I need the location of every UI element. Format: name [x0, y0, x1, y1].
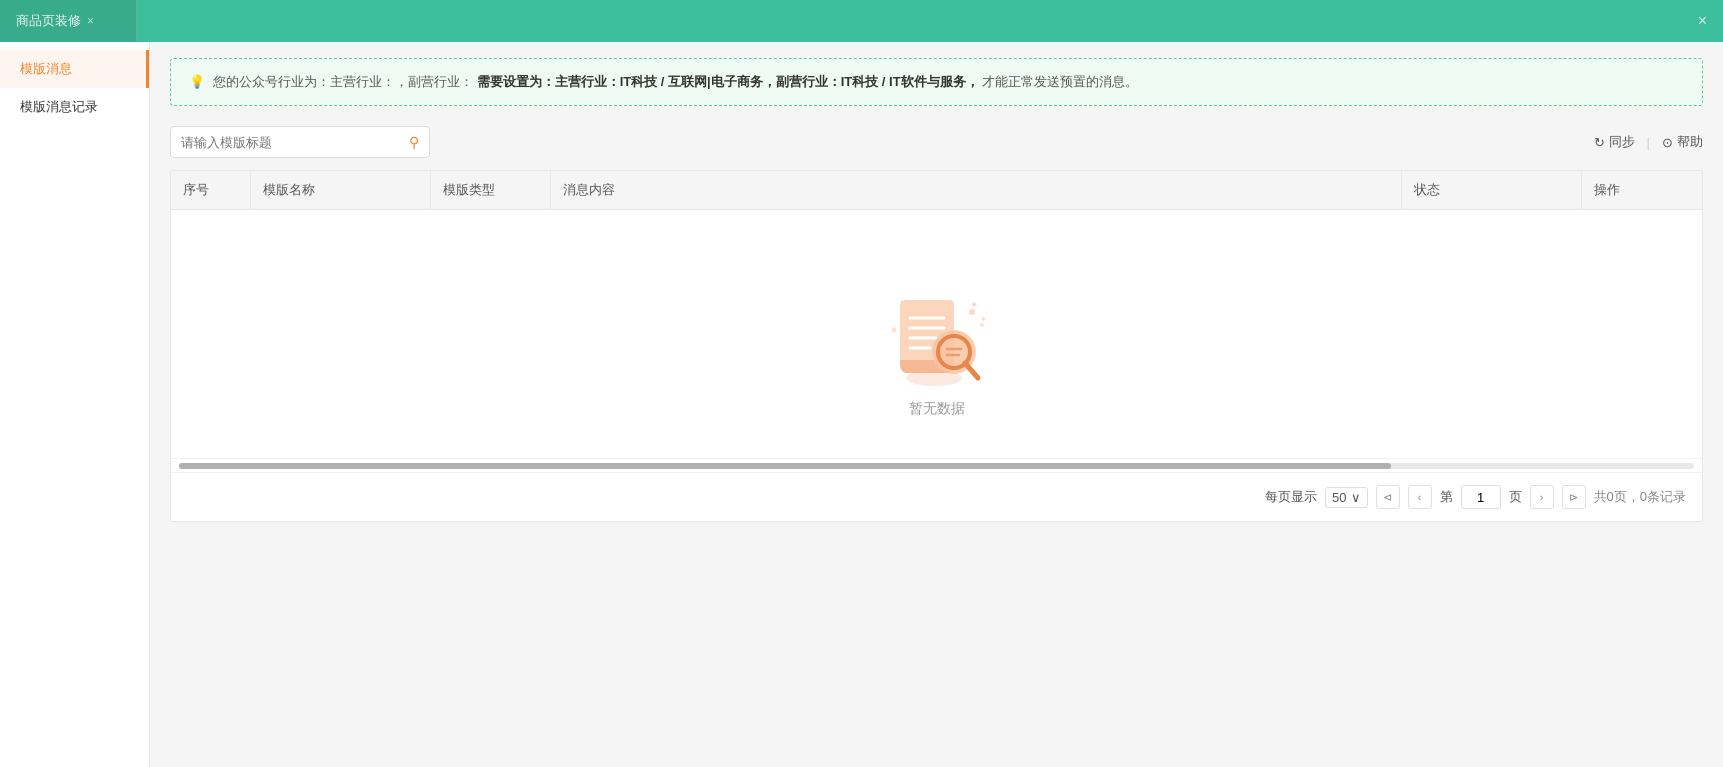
current-page-prefix: 第: [1440, 488, 1453, 506]
first-page-button[interactable]: ⊲: [1376, 485, 1400, 509]
sidebar-item-0[interactable]: 模版消息: [0, 50, 149, 88]
main-content: 💡 您的公众号行业为：主营行业：，副营行业： 需要设置为：主营行业：IT科技 /…: [150, 42, 1723, 767]
current-page-input[interactable]: [1461, 485, 1501, 509]
col-type: 模版类型: [431, 171, 551, 209]
page-size-value: 50: [1332, 490, 1346, 505]
sidebar-item-1[interactable]: 模版消息记录: [0, 88, 149, 126]
svg-text:✦: ✦: [970, 299, 978, 310]
nav-tab-close-4[interactable]: ×: [87, 14, 94, 28]
data-table: 序号 模版名称 模版类型 消息内容 状态 操作: [170, 170, 1703, 522]
col-name: 模版名称: [251, 171, 431, 209]
help-button[interactable]: ⊙ 帮助: [1662, 133, 1703, 151]
bulb-icon: 💡: [189, 74, 205, 89]
col-status: 状态: [1402, 171, 1582, 209]
total-info: 共0页，0条记录: [1594, 488, 1686, 506]
search-bar: ⚲ ↻ 同步 | ⊙ 帮助: [170, 126, 1703, 158]
close-all-button[interactable]: ×: [1682, 12, 1723, 30]
scrollbar-thumb: [179, 463, 1391, 469]
page-size-dropdown-icon: ∨: [1351, 490, 1361, 505]
sidebar: 模版消息模版消息记录: [0, 42, 150, 767]
svg-text:✦: ✦: [980, 315, 987, 324]
sync-label: 同步: [1609, 133, 1635, 151]
col-index: 序号: [171, 171, 251, 209]
info-banner-text: 您的公众号行业为：主营行业：，副营行业： 需要设置为：主营行业：IT科技 / 互…: [213, 73, 1138, 91]
search-input[interactable]: [181, 135, 409, 150]
scrollbar-track: [179, 463, 1694, 469]
scrollbar-area[interactable]: [171, 458, 1702, 472]
table-header: 序号 模版名称 模版类型 消息内容 状态 操作: [171, 171, 1702, 210]
col-action: 操作: [1582, 171, 1702, 209]
empty-state: ✦ ✦ 暂无数据: [171, 210, 1702, 458]
sync-button[interactable]: ↻ 同步: [1594, 133, 1635, 151]
nav-tab-label-4: 商品页装修: [16, 12, 81, 30]
empty-illustration: ✦ ✦: [872, 270, 1002, 400]
search-actions: ↻ 同步 | ⊙ 帮助: [1594, 133, 1703, 151]
last-page-button[interactable]: ⊳: [1562, 485, 1586, 509]
nav-tabs-container: 首页微商城店铺设置×商品分类设置×首页装修×商品页装修×店铺主题×开通公众号商城…: [0, 0, 137, 42]
page-unit: 页: [1509, 488, 1522, 506]
help-label: 帮助: [1677, 133, 1703, 151]
info-banner: 💡 您的公众号行业为：主营行业：，副营行业： 需要设置为：主营行业：IT科技 /…: [170, 58, 1703, 106]
info-prefix: 您的公众号行业为：主营行业：，副营行业：: [213, 74, 473, 89]
pagination: 每页显示 50 ∨ ⊲ ‹ 第 页 › ⊳ 共0页，0条记录: [171, 472, 1702, 521]
main-layout: 模版消息模版消息记录 💡 您的公众号行业为：主营行业：，副营行业： 需要设置为：…: [0, 42, 1723, 767]
sync-icon: ↻: [1594, 135, 1605, 150]
svg-point-12: [891, 328, 896, 333]
page-size-label: 每页显示: [1265, 488, 1317, 506]
nav-tab-4[interactable]: 商品页装修 ×: [0, 0, 137, 42]
help-icon: ⊙: [1662, 135, 1673, 150]
search-input-wrap: ⚲: [170, 126, 430, 158]
divider: |: [1647, 135, 1650, 150]
empty-text: 暂无数据: [909, 400, 965, 418]
prev-page-button[interactable]: ‹: [1408, 485, 1432, 509]
info-highlight: 需要设置为：主营行业：IT科技 / 互联网|电子商务，副营行业：IT科技 / I…: [477, 74, 979, 89]
sidebar-items-container: 模版消息模版消息记录: [0, 50, 149, 126]
page-size-selector[interactable]: 50 ∨: [1325, 487, 1367, 508]
next-page-button[interactable]: ›: [1530, 485, 1554, 509]
col-content: 消息内容: [551, 171, 1402, 209]
search-icon[interactable]: ⚲: [409, 134, 419, 150]
top-nav: 首页微商城店铺设置×商品分类设置×首页装修×商品页装修×店铺主题×开通公众号商城…: [0, 0, 1723, 42]
info-suffix: 才能正常发送预置的消息。: [982, 74, 1138, 89]
